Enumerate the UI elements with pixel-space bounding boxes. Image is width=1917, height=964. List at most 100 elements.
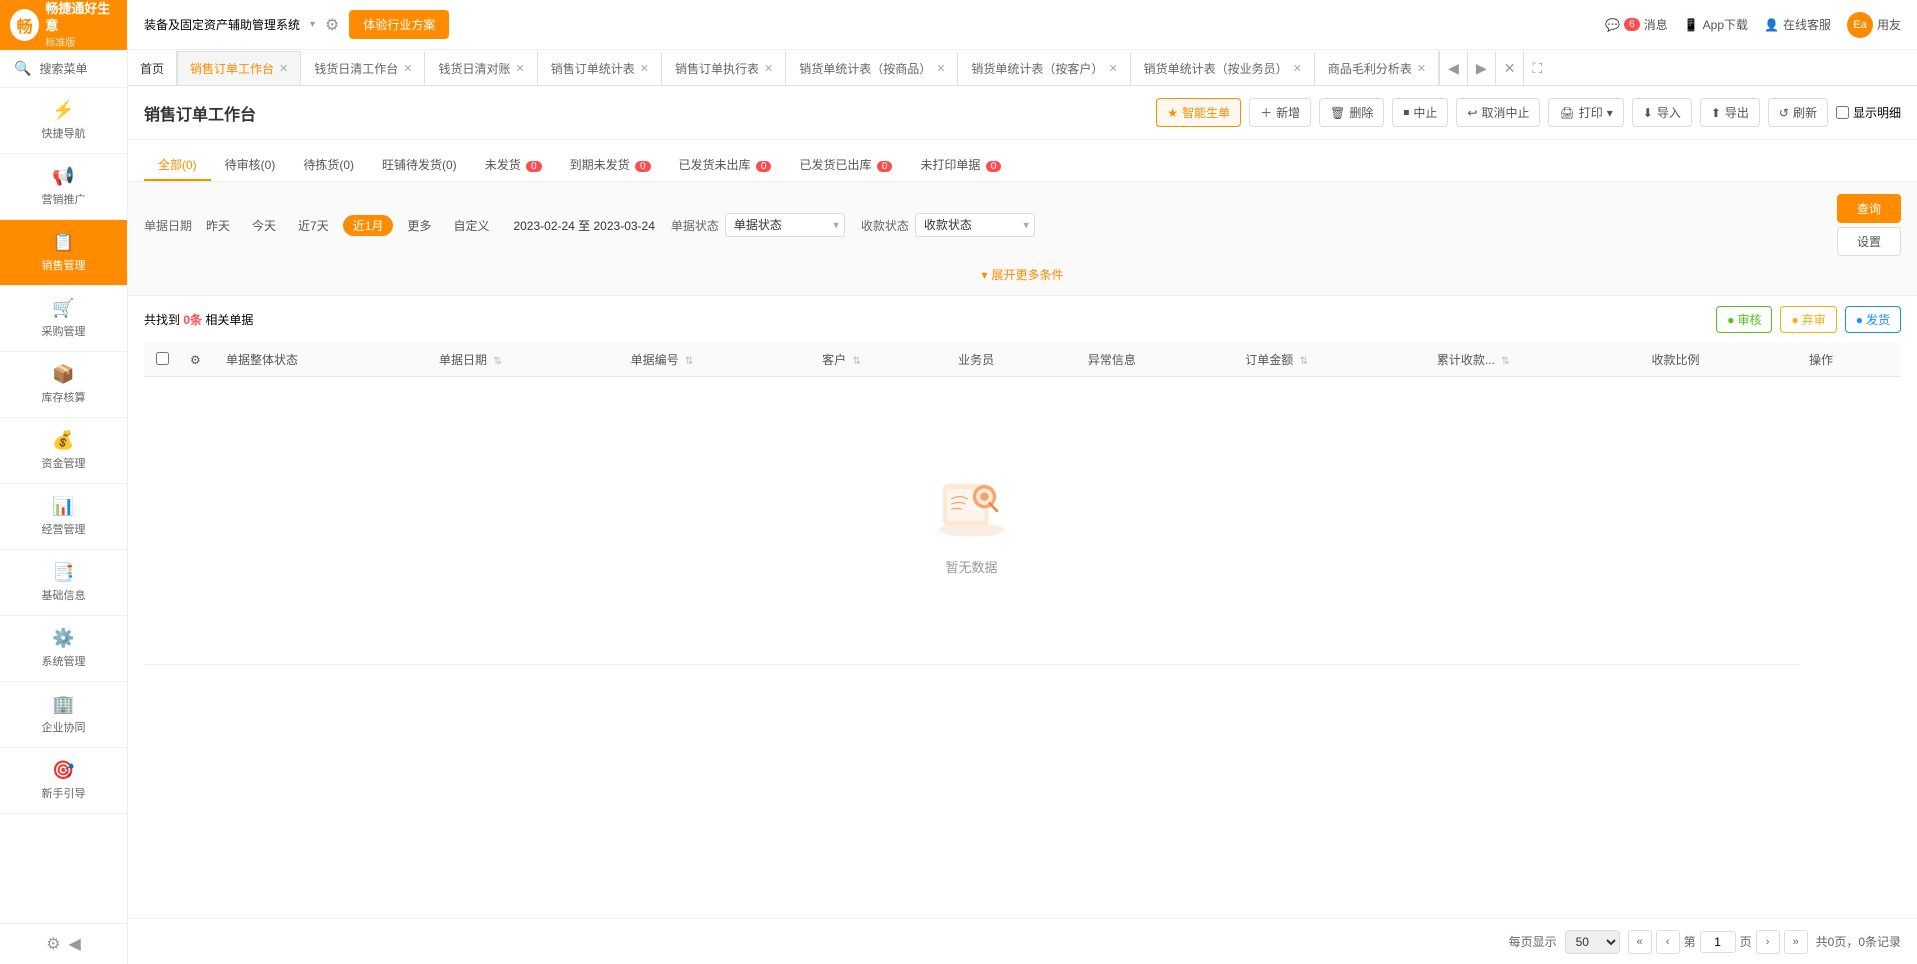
page-first-button[interactable]: « [1628,930,1652,954]
sub-tab-not-shipped[interactable]: 未发货 0 [471,150,556,181]
table-header-exception[interactable]: 异常信息 [1078,343,1235,377]
table-header-collected[interactable]: 累计收款... ⇅ [1427,343,1642,377]
per-page-select[interactable]: 50 100 200 [1565,930,1620,954]
filter-date-more[interactable]: 更多 [399,215,439,236]
sidebar-item-purchase[interactable]: 🛒 采购管理 [0,286,127,352]
tabs-next-button[interactable]: ▶ [1467,51,1495,85]
sub-tab-shipped-out[interactable]: 已发货已出库 0 [785,150,906,181]
audit-button[interactable]: ● 审核 [1716,306,1772,333]
online-service-button[interactable]: 👤 在线客服 [1764,16,1831,33]
sub-tab-all[interactable]: 全部(0) [144,150,211,181]
sidebar-search-item[interactable]: 🔍 搜索菜单 [0,50,127,88]
ship-button[interactable]: ● 发货 [1845,306,1901,333]
stop-button[interactable]: ⏹ 中止 [1392,98,1448,127]
solution-button[interactable]: 体验行业方案 [349,10,449,39]
tab-sales-order-exec[interactable]: 销售订单执行表 ✕ [662,51,786,85]
table-header-date[interactable]: 单据日期 ⇅ [429,343,621,377]
sidebar-settings-button[interactable]: ⚙ [46,934,60,954]
tabs-expand-button[interactable]: ⛶ [1523,51,1550,85]
filter-date-custom[interactable]: 自定义 [445,215,497,236]
export-button[interactable]: ⬆ 导出 [1700,98,1760,127]
filter-payment-select-wrap: 收款状态 [915,213,1035,237]
smart-create-button[interactable]: ★ 智能生单 [1156,98,1241,127]
sidebar-item-inventory[interactable]: 📦 库存核算 [0,352,127,418]
table-header-status[interactable]: 单据整体状态 [216,343,429,377]
sidebar-item-finance[interactable]: 💰 资金管理 [0,418,127,484]
tab-home[interactable]: 首页 [128,51,177,85]
sidebar-item-quicknav[interactable]: ⚡ 快捷导航 [0,88,127,154]
tab-cash-reconciliation[interactable]: 钱货日清对账 ✕ [425,51,537,85]
cancel-audit-button[interactable]: ● 弃审 [1780,306,1836,333]
user-button[interactable]: Ea 用友 [1847,12,1901,38]
filter-status-select[interactable]: 单据状态 [725,213,845,237]
show-detail-checkbox-label[interactable]: 显示明细 [1836,104,1901,121]
tab-sales-order-workbench-label: 销售订单工作台 [190,60,274,77]
sidebar-enterprise-label: 企业协同 [42,719,86,735]
page-prev-button[interactable]: ‹ [1656,930,1680,954]
message-button[interactable]: 💬 6 消息 [1605,16,1668,33]
refresh-button[interactable]: ↺ 刷新 [1768,98,1828,127]
app-download-button[interactable]: 📱 App下载 [1684,16,1748,33]
tab-sales-order-workbench-close[interactable]: ✕ [279,62,288,75]
table-header-staff[interactable]: 业务员 [948,343,1078,377]
sidebar-item-sales[interactable]: 📋 销售管理 [0,220,127,286]
sub-tab-shipped-not-out[interactable]: 已发货未出库 0 [665,150,786,181]
setting-button[interactable]: 设置 [1837,227,1901,256]
filter-date-7days[interactable]: 近7天 [290,215,337,236]
message-icon: 💬 [1605,18,1620,32]
sub-tab-wangpu[interactable]: 旺铺待发货(0) [368,150,471,181]
expand-button[interactable]: ▾ 展开更多条件 [981,266,1063,283]
table-header-amount[interactable]: 订单金额 ⇅ [1235,343,1427,377]
table-header-number[interactable]: 单据编号 ⇅ [621,343,813,377]
page-input[interactable] [1700,931,1736,953]
sidebar-item-basic[interactable]: 📑 基础信息 [0,550,127,616]
tab-product-margin-close[interactable]: ✕ [1417,62,1426,75]
gear-icon[interactable]: ⚙ [325,15,339,35]
table-empty-row: 暂无数据 [144,377,1901,665]
tabs-prev-button[interactable]: ◀ [1439,51,1467,85]
sidebar-item-operation[interactable]: 📊 经营管理 [0,484,127,550]
print-button[interactable]: 🖨 打印 ▾ [1548,98,1623,127]
tab-sales-order-stats-close[interactable]: ✕ [640,62,649,75]
tab-sales-order-workbench[interactable]: 销售订单工作台 ✕ [177,51,301,85]
show-detail-checkbox[interactable] [1836,106,1849,119]
sidebar-item-enterprise[interactable]: 🏢 企业协同 [0,682,127,748]
tab-sales-stats-customer-close[interactable]: ✕ [1108,62,1117,75]
tab-cash-daily-close[interactable]: ✕ [403,62,412,75]
filter-date-yesterday[interactable]: 昨天 [198,215,238,236]
tab-cash-daily[interactable]: 钱货日清工作台 ✕ [301,51,425,85]
filter-payment-select[interactable]: 收款状态 [915,213,1035,237]
col-number-sort-icon: ⇅ [685,356,693,367]
sub-tab-not-printed[interactable]: 未打印单据 0 [906,150,1015,181]
tab-sales-order-stats[interactable]: 销售订单统计表 ✕ [538,51,662,85]
add-button[interactable]: ＋ 新增 [1249,98,1311,127]
tab-product-margin[interactable]: 商品毛利分析表 ✕ [1315,51,1439,85]
query-button[interactable]: 查询 [1837,194,1901,223]
tab-sales-stats-customer[interactable]: 销货单统计表（按客户） ✕ [958,51,1130,85]
import-button[interactable]: ⬇ 导入 [1632,98,1692,127]
sub-tab-pending-delivery[interactable]: 待拣货(0) [289,150,368,181]
delete-button[interactable]: 🗑 删除 [1319,98,1384,127]
page-last-button[interactable]: » [1784,930,1808,954]
sidebar-item-system[interactable]: ⚙️ 系统管理 [0,616,127,682]
page-next-button[interactable]: › [1756,930,1780,954]
table-col-settings[interactable]: ⚙ [180,343,216,377]
tab-sales-stats-staff-close[interactable]: ✕ [1293,62,1302,75]
sidebar-collapse-button[interactable]: ◀ [69,934,81,954]
tab-sales-stats-product-close[interactable]: ✕ [936,62,945,75]
sidebar-item-guide[interactable]: 🎯 新手引导 [0,748,127,814]
cancel-stop-button[interactable]: ↩ 取消中止 [1456,98,1540,127]
table-header-operation: 操作 [1799,343,1901,377]
select-all-checkbox[interactable] [156,352,169,365]
tab-cash-reconciliation-close[interactable]: ✕ [516,62,525,75]
sidebar-item-marketing[interactable]: 📢 营销推广 [0,154,127,220]
tabs-close-all-button[interactable]: ✕ [1495,51,1524,85]
tab-sales-order-exec-close[interactable]: ✕ [764,62,773,75]
tab-sales-stats-staff[interactable]: 销货单统计表（按业务员） ✕ [1131,51,1315,85]
tab-sales-stats-product[interactable]: 销货单统计表（按商品） ✕ [786,51,958,85]
sub-tab-overdue[interactable]: 到期未发货 0 [556,150,665,181]
table-header-customer[interactable]: 客户 ⇅ [812,343,948,377]
filter-date-1month[interactable]: 近1月 [343,215,394,236]
sub-tab-pending-review[interactable]: 待审核(0) [211,150,290,181]
filter-date-today[interactable]: 今天 [244,215,284,236]
